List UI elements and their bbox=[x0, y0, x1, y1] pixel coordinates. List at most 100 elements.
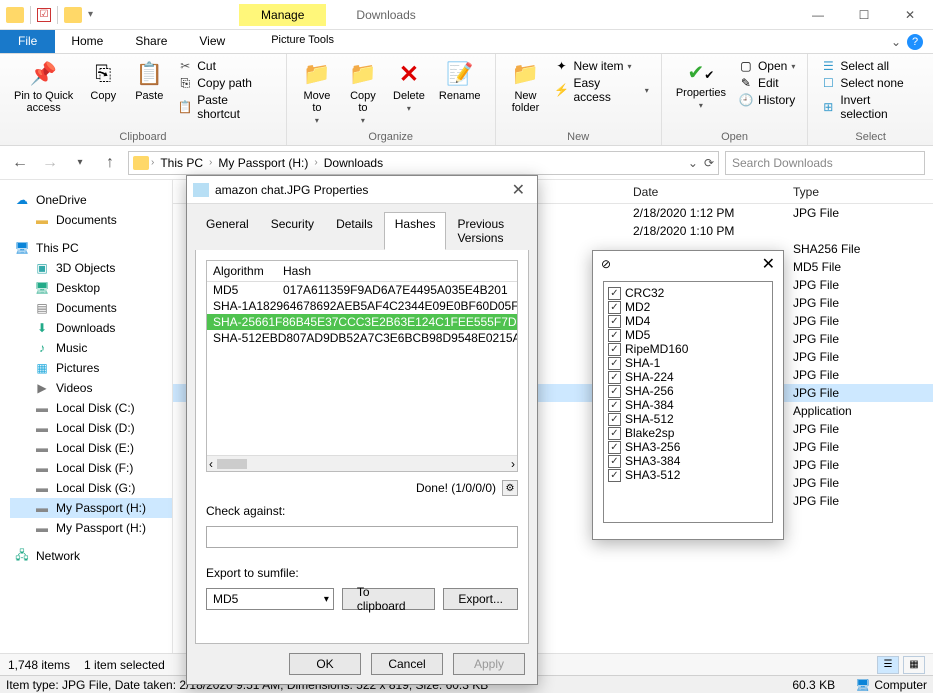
hash-algo-option[interactable]: ✓SHA3-512 bbox=[608, 468, 768, 482]
nav-item[interactable]: Music bbox=[10, 338, 172, 358]
hash-row[interactable]: SHA-1A182964678692AEB5AF4C2344E09E0BF60D… bbox=[207, 298, 517, 314]
hash-algo-option[interactable]: ✓SHA-1 bbox=[608, 356, 768, 370]
hash-row[interactable]: SHA-512EBD807AD9DB52A7C3E6BCB98D9548E021… bbox=[207, 330, 517, 346]
pin-to-quick-access-button[interactable]: Pin to Quick access bbox=[8, 58, 79, 116]
cancel-button[interactable]: Cancel bbox=[371, 653, 443, 675]
dialog-tab[interactable]: General bbox=[195, 212, 260, 250]
properties-button[interactable]: ✔Properties▾ bbox=[670, 58, 732, 112]
maximize-button[interactable]: ☐ bbox=[841, 0, 887, 30]
breadcrumb[interactable]: My Passport (H:) bbox=[214, 156, 312, 170]
apply-button[interactable]: Apply bbox=[453, 653, 525, 675]
open-button[interactable]: Open ▾ bbox=[734, 58, 799, 74]
hash-hscroll[interactable]: ‹› bbox=[207, 455, 517, 471]
check-against-input[interactable] bbox=[206, 526, 518, 548]
hash-algo-option[interactable]: ✓CRC32 bbox=[608, 286, 768, 300]
nav-item[interactable]: 3D Objects bbox=[10, 258, 172, 278]
dialog-tab[interactable]: Security bbox=[260, 212, 325, 250]
col-date[interactable]: Date bbox=[633, 185, 793, 199]
address-dropdown-icon[interactable]: ⌄ bbox=[688, 156, 698, 170]
dialog-tab[interactable]: Previous Versions bbox=[446, 212, 529, 250]
cut-button[interactable]: Cut bbox=[173, 58, 278, 74]
nav-item[interactable]: Downloads bbox=[10, 318, 172, 338]
file-tab[interactable]: File bbox=[0, 30, 55, 53]
view-tab[interactable]: View bbox=[183, 30, 241, 53]
nav-onedrive[interactable]: OneDrive bbox=[10, 190, 172, 210]
details-view-button[interactable]: ☰ bbox=[877, 656, 899, 674]
copy-to-button[interactable]: Copy to▾ bbox=[341, 58, 385, 127]
col-type[interactable]: Type bbox=[793, 185, 933, 199]
nav-network[interactable]: Network bbox=[10, 546, 172, 566]
nav-item[interactable]: Local Disk (G:) bbox=[10, 478, 172, 498]
app-icon[interactable] bbox=[6, 7, 24, 23]
qat-folder-icon[interactable] bbox=[64, 7, 82, 23]
col-hash[interactable]: Hash bbox=[283, 264, 311, 278]
easy-access-button[interactable]: Easy access ▾ bbox=[550, 75, 653, 105]
copy-path-button[interactable]: Copy path bbox=[173, 75, 278, 91]
hash-algo-option[interactable]: ✓SHA-256 bbox=[608, 384, 768, 398]
minimize-button[interactable]: — bbox=[795, 0, 841, 30]
hash-algo-option[interactable]: ✓SHA3-256 bbox=[608, 440, 768, 454]
dialog-tab[interactable]: Details bbox=[325, 212, 384, 250]
edit-button[interactable]: Edit bbox=[734, 75, 799, 91]
hash-algo-option[interactable]: ✓RipeMD160 bbox=[608, 342, 768, 356]
nav-documents[interactable]: Documents bbox=[10, 210, 172, 230]
new-folder-button[interactable]: New folder bbox=[504, 58, 548, 116]
nav-item[interactable]: Local Disk (F:) bbox=[10, 458, 172, 478]
back-button[interactable]: ← bbox=[8, 151, 32, 175]
hash-row[interactable]: SHA-25661F86B45E37CCC3E2B63E124C1FEE555F… bbox=[207, 314, 517, 330]
nav-item[interactable]: Documents bbox=[10, 298, 172, 318]
address-bar[interactable]: › This PC› My Passport (H:)› Downloads ⌄… bbox=[128, 151, 719, 175]
picture-tools-tab[interactable]: Picture Tools bbox=[255, 30, 350, 53]
nav-item[interactable]: Pictures bbox=[10, 358, 172, 378]
nav-item[interactable]: My Passport (H:) bbox=[10, 518, 172, 538]
breadcrumb[interactable]: Downloads bbox=[320, 156, 387, 170]
manage-context-tab[interactable]: Manage bbox=[239, 4, 326, 26]
close-button[interactable]: ✕ bbox=[887, 0, 933, 30]
hash-row[interactable]: MD5017A611359F9AD6A7E4495A035E4B201 bbox=[207, 282, 517, 298]
history-button[interactable]: History bbox=[734, 92, 799, 108]
select-all-button[interactable]: Select all bbox=[816, 58, 925, 74]
forward-button[interactable]: → bbox=[38, 151, 62, 175]
move-to-button[interactable]: Move to▾ bbox=[295, 58, 339, 127]
nav-item[interactable]: Desktop bbox=[10, 278, 172, 298]
hash-algo-option[interactable]: ✓SHA-224 bbox=[608, 370, 768, 384]
refresh-button[interactable]: ⟳ bbox=[704, 156, 714, 170]
popup-close-button[interactable]: ✕ bbox=[762, 254, 775, 274]
qat-prop-icon[interactable]: ☑ bbox=[37, 8, 51, 22]
paste-shortcut-button[interactable]: Paste shortcut bbox=[173, 92, 278, 122]
paste-button[interactable]: Paste bbox=[127, 58, 171, 104]
export-button[interactable]: Export... bbox=[443, 588, 518, 610]
new-item-button[interactable]: New item ▾ bbox=[550, 58, 653, 74]
search-input[interactable]: Search Downloads bbox=[725, 151, 925, 175]
nav-item[interactable]: My Passport (H:) bbox=[10, 498, 172, 518]
copy-button[interactable]: Copy bbox=[81, 58, 125, 104]
dialog-close-button[interactable]: ✕ bbox=[506, 180, 531, 200]
rename-button[interactable]: Rename bbox=[433, 58, 487, 104]
home-tab[interactable]: Home bbox=[55, 30, 119, 53]
hash-algo-option[interactable]: ✓MD4 bbox=[608, 314, 768, 328]
ribbon-collapse-icon[interactable]: ⌄ bbox=[891, 35, 901, 49]
share-tab[interactable]: Share bbox=[119, 30, 183, 53]
ok-button[interactable]: OK bbox=[289, 653, 361, 675]
hash-algo-option[interactable]: ✓Blake2sp bbox=[608, 426, 768, 440]
nav-item[interactable]: Videos bbox=[10, 378, 172, 398]
export-format-select[interactable]: MD5 bbox=[206, 588, 334, 610]
hash-algo-option[interactable]: ✓SHA3-384 bbox=[608, 454, 768, 468]
large-icons-view-button[interactable]: ▦ bbox=[903, 656, 925, 674]
nav-item[interactable]: Local Disk (E:) bbox=[10, 438, 172, 458]
hash-algo-option[interactable]: ✓MD2 bbox=[608, 300, 768, 314]
nav-item[interactable]: Local Disk (C:) bbox=[10, 398, 172, 418]
hash-algo-option[interactable]: ✓SHA-512 bbox=[608, 412, 768, 426]
nav-item[interactable]: Local Disk (D:) bbox=[10, 418, 172, 438]
hash-algo-option[interactable]: ✓MD5 bbox=[608, 328, 768, 342]
up-button[interactable]: ↑ bbox=[98, 151, 122, 175]
help-icon[interactable]: ? bbox=[907, 34, 923, 50]
to-clipboard-button[interactable]: To clipboard bbox=[342, 588, 435, 610]
nav-this-pc[interactable]: This PC bbox=[10, 238, 172, 258]
select-none-button[interactable]: Select none bbox=[816, 75, 925, 91]
invert-selection-button[interactable]: Invert selection bbox=[816, 92, 925, 122]
delete-button[interactable]: Delete▾ bbox=[387, 58, 431, 115]
hash-algo-option[interactable]: ✓SHA-384 bbox=[608, 398, 768, 412]
recent-locations-button[interactable]: ▾ bbox=[68, 151, 92, 175]
dialog-tab[interactable]: Hashes bbox=[384, 212, 447, 250]
